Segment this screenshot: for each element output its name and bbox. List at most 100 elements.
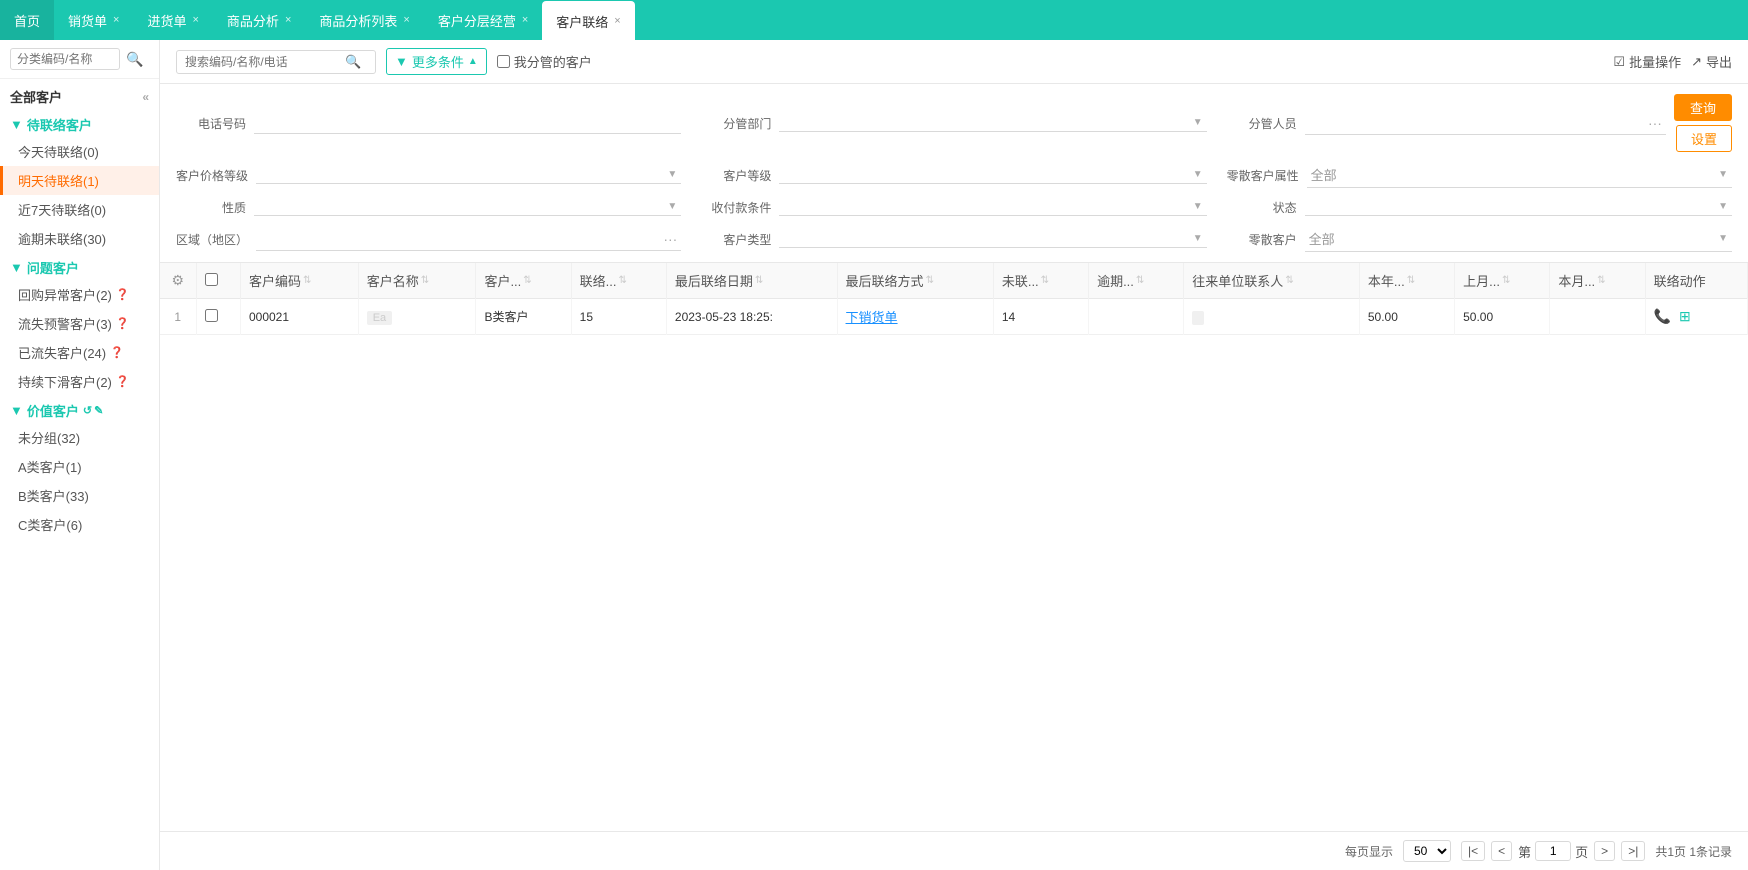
th-checkbox[interactable] <box>196 263 240 299</box>
batch-operation-button[interactable]: ☑ 批量操作 <box>1613 52 1681 71</box>
more-filter-button[interactable]: ▼ 更多条件 ▲ <box>386 48 487 75</box>
nav-sales-order[interactable]: 销货单 × <box>54 0 133 40</box>
nav-customer-segmentation[interactable]: 客户分层经营 × <box>424 0 542 40</box>
th-contact-count[interactable]: 联络... ⇅ <box>571 263 666 299</box>
refresh-value-icon[interactable]: ↺ <box>83 404 92 417</box>
th-last-month[interactable]: 上月... ⇅ <box>1455 263 1550 299</box>
nav-home[interactable]: 首页 <box>0 0 54 40</box>
sort-last-date-icon: ⇅ <box>755 275 763 286</box>
row-checkbox[interactable] <box>205 309 218 322</box>
filter-customer-level-label: 客户等级 <box>701 167 771 184</box>
row-last-method[interactable]: 下销货单 <box>837 299 993 335</box>
search-button[interactable]: 🔍 <box>345 54 361 70</box>
sidebar-item-today-contact[interactable]: 今天待联络(0) <box>0 137 159 166</box>
th-code[interactable]: 客户编码 ⇅ <box>240 263 358 299</box>
filter-customer-type-select[interactable]: ▼ <box>779 230 1206 248</box>
nav-product-analysis-list[interactable]: 商品分析列表 × <box>305 0 423 40</box>
th-this-year[interactable]: 本年... ⇅ <box>1359 263 1454 299</box>
sidebar-item-c-class[interactable]: C类客户(6) <box>0 510 159 539</box>
th-gear[interactable]: ⚙ <box>160 263 196 299</box>
th-type[interactable]: 客户... ⇅ <box>476 263 571 299</box>
sidebar-search-input[interactable] <box>10 48 120 70</box>
settings-button[interactable]: 设置 <box>1676 125 1732 152</box>
th-name[interactable]: 客户名称 ⇅ <box>358 263 476 299</box>
all-customers-title[interactable]: 全部客户 « <box>0 79 159 110</box>
sort-contact-count-icon: ⇅ <box>619 275 627 286</box>
grid-action-icon[interactable]: ⊞ <box>1679 308 1691 325</box>
sidebar-item-churn-warning[interactable]: 流失预警客户(3) ❓ <box>0 309 159 338</box>
next-page-button[interactable]: > <box>1594 841 1615 861</box>
last-page-button[interactable]: >| <box>1621 841 1645 861</box>
sidebar-item-a-class[interactable]: A类客户(1) <box>0 452 159 481</box>
row-contact-count: 15 <box>571 299 666 335</box>
th-last-method[interactable]: 最后联络方式 ⇅ <box>837 263 993 299</box>
close-product-analysis-list-icon[interactable]: × <box>403 14 409 26</box>
export-button[interactable]: ↗ 导出 <box>1691 52 1732 71</box>
nav-purchase-order[interactable]: 进货单 × <box>133 0 212 40</box>
th-last-date[interactable]: 最后联络日期 ⇅ <box>666 263 837 299</box>
sidebar-item-declining[interactable]: 持续下滑客户(2) ❓ <box>0 367 159 396</box>
group-problem-customers[interactable]: ▼ 问题客户 <box>0 253 159 280</box>
status-arrow-icon: ▼ <box>1718 201 1728 212</box>
filter-price-level-select[interactable]: ▼ <box>256 166 681 184</box>
price-level-arrow-icon: ▼ <box>667 169 677 180</box>
filter-person-select[interactable]: ··· <box>1305 112 1666 135</box>
group-arrow-icon3: ▼ <box>10 403 23 418</box>
phone-action-icon[interactable]: 📞 <box>1654 308 1671 325</box>
nav-customer-contact[interactable]: 客户联络 × <box>542 1 634 41</box>
th-this-month[interactable]: 本月... ⇅ <box>1550 263 1645 299</box>
sidebar-item-tomorrow-contact[interactable]: 明天待联络(1) <box>0 166 159 195</box>
my-customers-checkbox[interactable] <box>497 55 510 68</box>
th-contact-person[interactable]: 往来单位联系人 ⇅ <box>1184 263 1360 299</box>
filter-customer-level-select[interactable]: ▼ <box>779 166 1206 184</box>
table-gear-icon[interactable]: ⚙ <box>171 272 184 288</box>
sidebar-item-ungrouped[interactable]: 未分组(32) <box>0 423 159 452</box>
filter-nature-select[interactable]: ▼ <box>254 198 681 216</box>
filter-person-dots[interactable]: ··· <box>1648 115 1662 131</box>
page-size-select[interactable]: 50 <box>1403 840 1451 862</box>
close-product-analysis-icon[interactable]: × <box>285 14 291 26</box>
th-overdue[interactable]: 逾期... ⇅ <box>1089 263 1184 299</box>
filter-region-select[interactable]: ··· <box>256 228 681 251</box>
filter-region-dots[interactable]: ··· <box>663 231 677 247</box>
sidebar-item-churned[interactable]: 已流失客户(24) ❓ <box>0 338 159 367</box>
page-number-input[interactable] <box>1535 841 1571 861</box>
filter-phone-label: 电话号码 <box>176 115 246 132</box>
select-all-checkbox[interactable] <box>205 273 218 286</box>
payment-arrow-icon: ▼ <box>1193 201 1203 212</box>
filter-nature-label: 性质 <box>176 199 246 216</box>
nav-product-analysis[interactable]: 商品分析 × <box>213 0 305 40</box>
search-input[interactable] <box>185 55 345 69</box>
close-purchase-order-icon[interactable]: × <box>192 14 198 26</box>
prev-page-button[interactable]: < <box>1491 841 1512 861</box>
group-value-customers[interactable]: ▼ 价值客户 ↺ ✎ <box>0 396 159 423</box>
filter-dept-select[interactable]: ▼ <box>779 114 1206 132</box>
sidebar-item-7day-contact[interactable]: 近7天待联络(0) <box>0 195 159 224</box>
sidebar-item-b-class[interactable]: B类客户(33) <box>0 481 159 510</box>
close-customer-contact-icon[interactable]: × <box>614 15 620 27</box>
filter-retail-attr-select[interactable]: 全部 ▼ <box>1307 162 1732 188</box>
filter-status-select[interactable]: ▼ <box>1305 198 1732 216</box>
sidebar-item-overdue-contact[interactable]: 逾期未联络(30) <box>0 224 159 253</box>
collapse-icon[interactable]: « <box>142 90 149 104</box>
page-info: 第 页 <box>1518 841 1588 861</box>
filter-retail-customer-label: 零散客户 <box>1227 231 1297 248</box>
main-layout: 🔍 全部客户 « ▼ 待联络客户 今天待联络(0) 明天待联络(1) 近7天待联… <box>0 40 1748 870</box>
query-button[interactable]: 查询 <box>1674 94 1732 121</box>
total-records-info: 共1页 1条记录 <box>1655 843 1732 860</box>
filter-price-level: 客户价格等级 ▼ <box>176 162 681 188</box>
group-pending-contact[interactable]: ▼ 待联络客户 <box>0 110 159 137</box>
sidebar-item-abnormal-repurchase[interactable]: 回购异常客户(2) ❓ <box>0 280 159 309</box>
filter-phone-input[interactable] <box>254 113 681 134</box>
filter-payment-select[interactable]: ▼ <box>779 198 1206 216</box>
sidebar-search-icon[interactable]: 🔍 <box>126 51 143 68</box>
close-sales-order-icon[interactable]: × <box>113 14 119 26</box>
th-action: 联络动作 <box>1645 263 1747 299</box>
first-page-button[interactable]: |< <box>1461 841 1485 861</box>
last-method-link[interactable]: 下销货单 <box>846 310 898 325</box>
edit-value-icon[interactable]: ✎ <box>94 404 103 417</box>
th-uncontacted[interactable]: 未联... ⇅ <box>993 263 1088 299</box>
content-area: 🔍 ▼ 更多条件 ▲ 我分管的客户 ☑ 批量操作 ↗ 导出 <box>160 40 1748 870</box>
close-customer-segmentation-icon[interactable]: × <box>522 14 528 26</box>
filter-retail-customer-select[interactable]: 全部 ▼ <box>1305 226 1732 252</box>
